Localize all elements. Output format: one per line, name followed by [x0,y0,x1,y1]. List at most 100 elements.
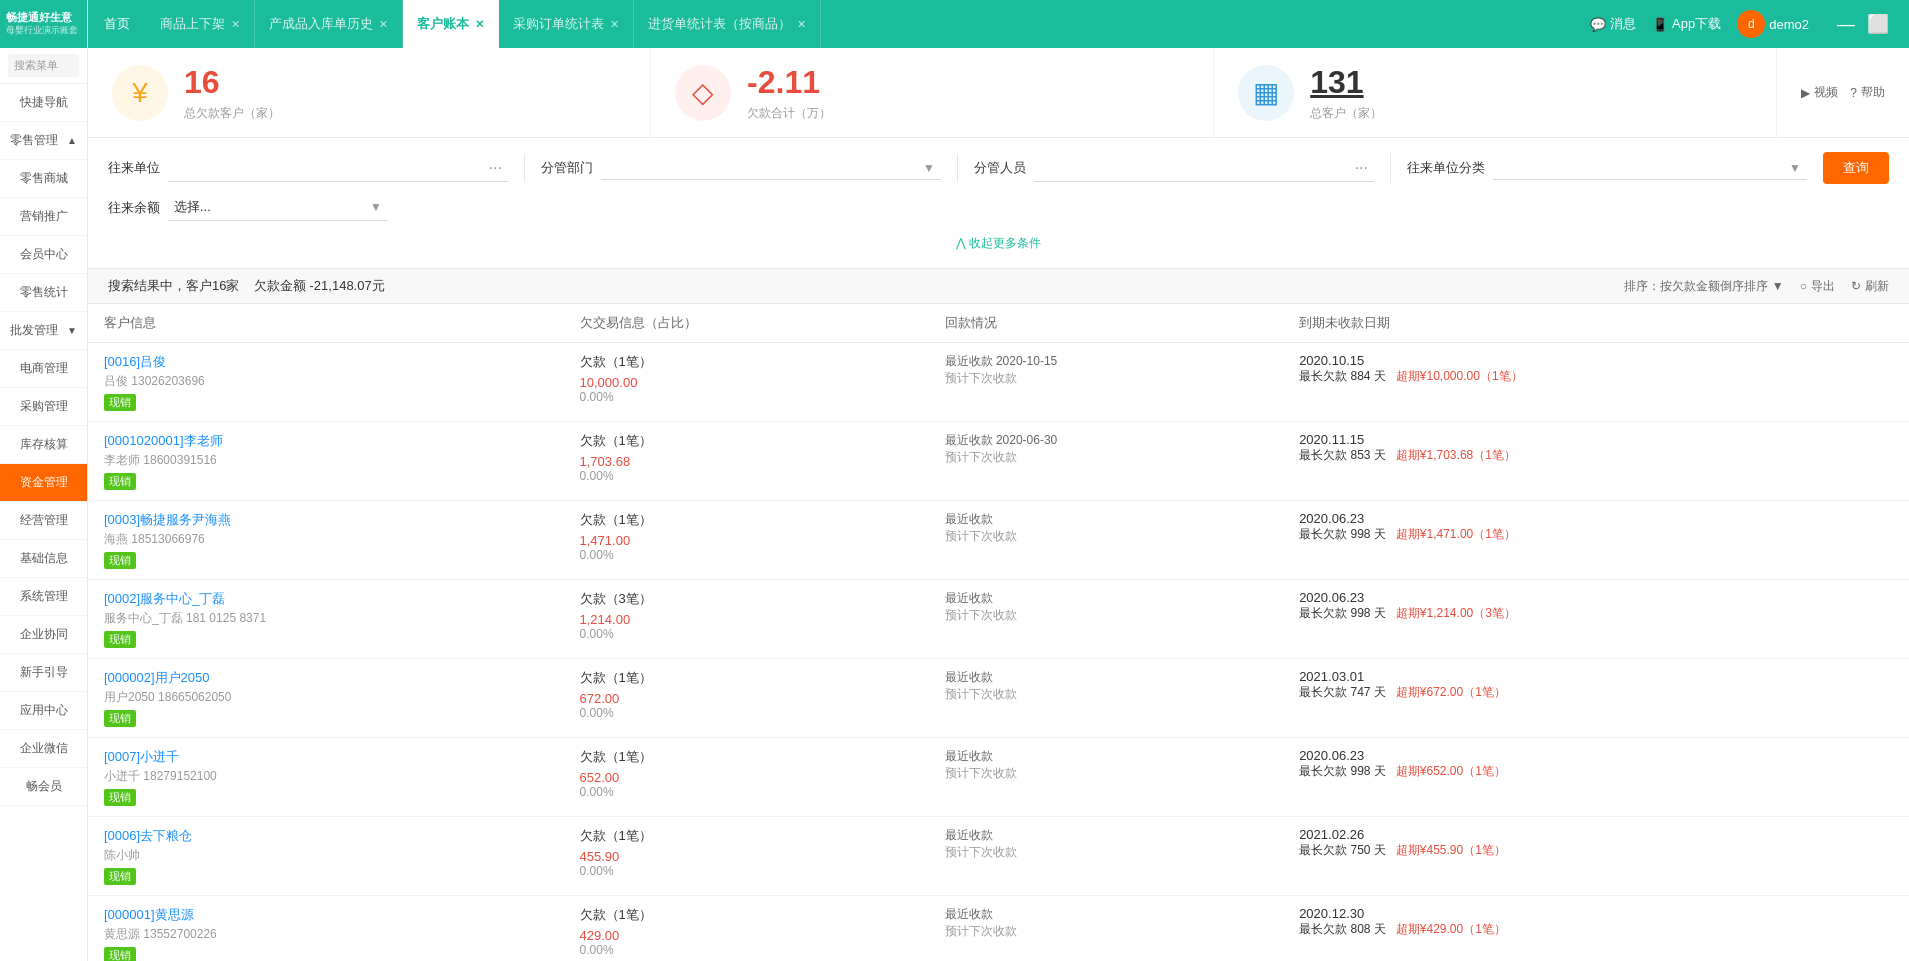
debt-amount-7[interactable]: 429.00 [580,928,913,943]
cell-due-5: 2020.06.23 最长欠款 998 天 超期¥652.00（1笔） [1283,738,1909,817]
video-action[interactable]: ▶ 视频 [1801,84,1838,101]
minimize-icon[interactable]: — [1833,14,1859,35]
filter-input-person[interactable]: ··· [1034,155,1374,182]
debt-count-0: 欠款（1笔） [580,353,913,371]
sidebar-item-lingshang[interactable]: 零售商城 [0,160,87,198]
sidebar-item-xitong[interactable]: 系统管理 [0,578,87,616]
debt-amount-0[interactable]: 10,000.00 [580,375,913,390]
stat-label-debt: 欠款合计（万） [747,105,1189,122]
sidebar-item-pifa[interactable]: 批发管理▼ [0,312,87,350]
customer-name-5[interactable]: [0007]小迸千 [104,748,548,766]
search-menu-button[interactable]: 搜索菜单 [8,54,79,77]
cell-debt-0: 欠款（1笔） 10,000.00 0.00% [564,343,929,422]
sidebar-item-chang[interactable]: 畅会员 [0,768,87,806]
sidebar-item-lingshoutongji[interactable]: 零售统计 [0,274,87,312]
debt-amount-4[interactable]: 672.00 [580,691,913,706]
filter-divider-1 [524,154,525,182]
overdue-link-7[interactable]: 超期¥429.00（1笔） [1396,922,1506,936]
debt-amount-1[interactable]: 1,703.68 [580,454,913,469]
query-button[interactable]: 查询 [1823,152,1889,184]
help-action[interactable]: ? 帮助 [1850,84,1885,101]
customer-phone-2: 海燕 18513066976 [104,531,548,548]
tab-home[interactable]: 首页 [88,0,146,48]
tab-close-icon[interactable]: ✕ [475,18,484,31]
tab-shangpin[interactable]: 商品上下架 ✕ [146,0,255,48]
export-button[interactable]: ○ 导出 [1800,278,1835,295]
overdue-link-5[interactable]: 超期¥652.00（1笔） [1396,764,1506,778]
due-date-6: 2021.02.26 [1299,827,1893,842]
customer-tag-4: 现销 [104,710,136,727]
customer-name-1[interactable]: [0001020001]李老师 [104,432,548,450]
latest-collect-6: 最近收款 [945,827,1268,844]
customer-name-3[interactable]: [0002]服务中心_丁磊 [104,590,548,608]
sidebar-item-qiye[interactable]: 企业协同 [0,616,87,654]
overdue-link-2[interactable]: 超期¥1,471.00（1笔） [1396,527,1516,541]
customer-tag-1: 现销 [104,473,136,490]
filter-item-dept: 分管部门 ▼ [541,157,941,180]
overdue-days-4: 最长欠款 747 天 超期¥672.00（1笔） [1299,684,1893,701]
app-download-action[interactable]: 📱 App下载 [1652,15,1721,33]
sidebar-item-jingying[interactable]: 经营管理 [0,502,87,540]
customer-name-0[interactable]: [0016]吕俊 [104,353,548,371]
sidebar-item-kuaijie[interactable]: 快捷导航 [0,84,87,122]
sidebar-item-yingxiao[interactable]: 营销推广 [0,198,87,236]
tab-close-icon[interactable]: ✕ [231,18,240,31]
overdue-link-1[interactable]: 超期¥1,703.68（1笔） [1396,448,1516,462]
table-row: [000001]黄思源 黄思源 13552700226 现销 欠款（1笔） 42… [88,896,1909,962]
filter-select-balance[interactable]: 选择... ▼ [168,194,388,221]
tab-close-icon[interactable]: ✕ [610,18,619,31]
sidebar-item-kucun[interactable]: 库存核算 [0,426,87,464]
overdue-link-4[interactable]: 超期¥672.00（1笔） [1396,685,1506,699]
sidebar-item-dianshang[interactable]: 电商管理 [0,350,87,388]
overdue-link-3[interactable]: 超期¥1,214.00（3笔） [1396,606,1516,620]
customer-name-6[interactable]: [0006]去下粮仓 [104,827,548,845]
customer-name-4[interactable]: [000002]用户2050 [104,669,548,687]
sidebar-item-xinshou[interactable]: 新手引导 [0,654,87,692]
cell-customer-1: [0001020001]李老师 李老师 18600391516 现销 [88,422,564,501]
filter-select-dept[interactable]: ▼ [601,157,941,180]
tab-chanpin[interactable]: 产成品入库单历史 ✕ [255,0,403,48]
maximize-icon[interactable]: ⬜ [1863,13,1893,35]
sidebar-item-caigou[interactable]: 采购管理 [0,388,87,426]
window-controls: — ⬜ [1833,13,1893,35]
user-action[interactable]: d demo2 [1737,10,1809,38]
table-row: [0003]畅捷服务尹海燕 海燕 18513066976 现销 欠款（1笔） 1… [88,501,1909,580]
table-row: [0007]小迸千 小迸千 18279152100 现销 欠款（1笔） 652.… [88,738,1909,817]
sidebar-item-lingshou[interactable]: 零售管理▲ [0,122,87,160]
customer-name-7[interactable]: [000001]黄思源 [104,906,548,924]
sort-control[interactable]: 排序：按欠款金额倒序排序 ▼ [1624,278,1784,295]
help-label: 帮助 [1861,84,1885,101]
overdue-link-0[interactable]: 超期¥10,000.00（1笔） [1396,369,1523,383]
debt-amount-3[interactable]: 1,214.00 [580,612,913,627]
debt-amount-5[interactable]: 652.00 [580,770,913,785]
tab-jinhuo[interactable]: 进货单统计表（按商品） ✕ [634,0,821,48]
customer-name-2[interactable]: [0003]畅捷服务尹海燕 [104,511,548,529]
collapse-button[interactable]: ⋀ 收起更多条件 [956,235,1041,252]
tab-kehu[interactable]: 客户账本 ✕ [403,0,499,48]
tab-close-icon[interactable]: ✕ [379,18,388,31]
cell-debt-7: 欠款（1笔） 429.00 0.00% [564,896,929,962]
overdue-link-6[interactable]: 超期¥455.90（1笔） [1396,843,1506,857]
debt-count-4: 欠款（1笔） [580,669,913,687]
due-date-0: 2020.10.15 [1299,353,1893,368]
sidebar-item-weixin[interactable]: 企业微信 [0,730,87,768]
tab-caigou[interactable]: 采购订单统计表 ✕ [499,0,634,48]
result-count-text: 搜索结果中，客户16家 [108,278,239,293]
sidebar-search-area: 搜索菜单 [0,48,87,84]
debt-amount-6[interactable]: 455.90 [580,849,913,864]
sidebar-item-huiyuan[interactable]: 会员中心 [0,236,87,274]
message-action[interactable]: 💬 消息 [1590,15,1636,33]
filter-input-unit[interactable]: ··· [168,155,508,182]
result-actions: 排序：按欠款金额倒序排序 ▼ ○ 导出 ↻ 刷新 [1624,278,1889,295]
logo-sub: 母婴行业演示账套 [6,24,78,37]
next-collect-7: 预计下次收款 [945,923,1268,940]
sidebar-item-jichu[interactable]: 基础信息 [0,540,87,578]
sidebar-logo: 畅捷通好生意 母婴行业演示账套 [0,0,87,48]
sidebar-item-zijin[interactable]: 资金管理 [0,464,87,502]
cell-due-4: 2021.03.01 最长欠款 747 天 超期¥672.00（1笔） [1283,659,1909,738]
debt-amount-2[interactable]: 1,471.00 [580,533,913,548]
tab-close-icon[interactable]: ✕ [797,18,806,31]
refresh-button[interactable]: ↻ 刷新 [1851,278,1889,295]
sidebar-item-yingyong[interactable]: 应用中心 [0,692,87,730]
filter-select-category[interactable]: ▼ [1493,157,1807,180]
